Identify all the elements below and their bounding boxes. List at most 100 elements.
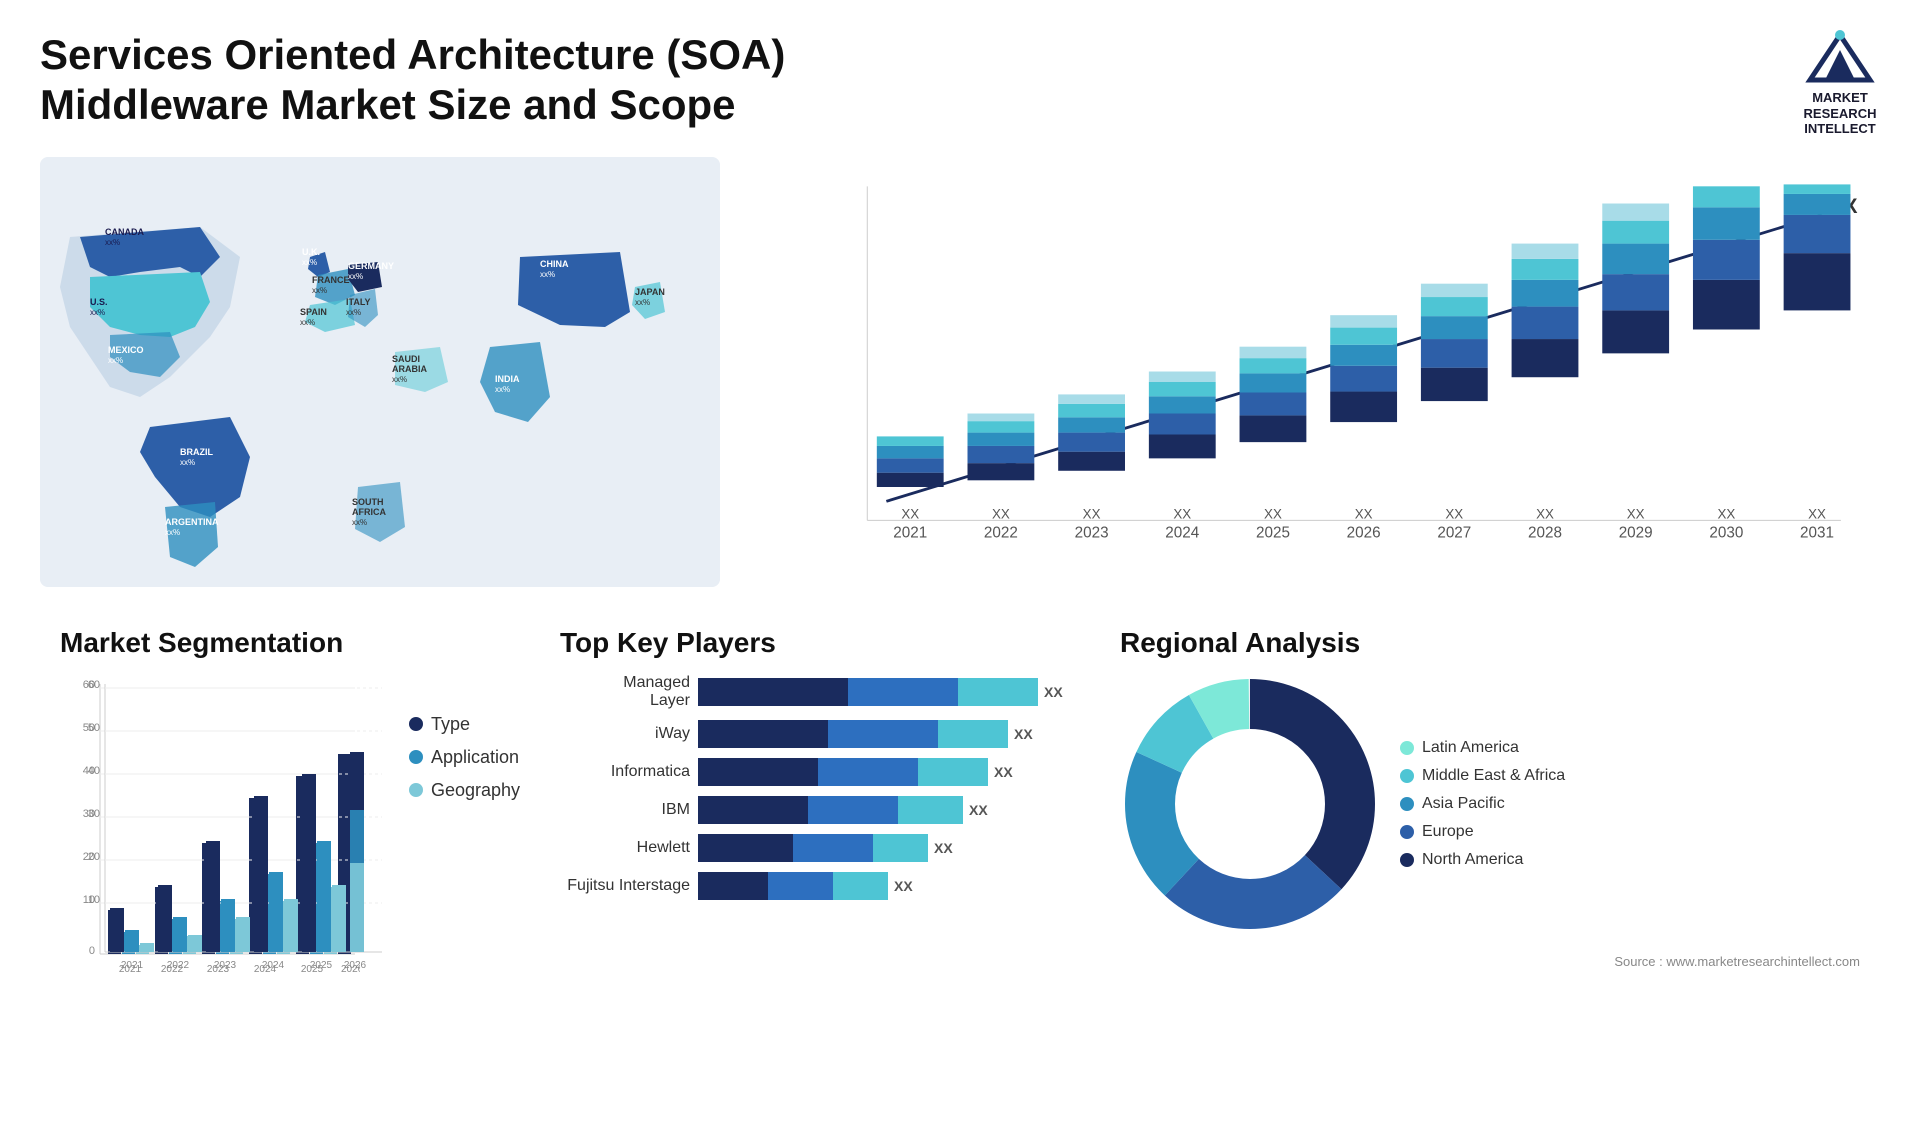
svg-text:2027: 2027 bbox=[1437, 524, 1471, 541]
bar-dark bbox=[698, 834, 793, 862]
bar-mid bbox=[768, 872, 833, 900]
player-val: XX bbox=[1014, 726, 1033, 742]
svg-text:xx%: xx% bbox=[495, 385, 510, 394]
legend-asia-pacific: Asia Pacific bbox=[1400, 795, 1565, 813]
svg-text:xx%: xx% bbox=[90, 308, 105, 317]
svg-text:2025: 2025 bbox=[310, 960, 333, 971]
svg-text:xx%: xx% bbox=[635, 298, 650, 307]
bar-2023: XX bbox=[1058, 394, 1125, 521]
svg-text:2021: 2021 bbox=[121, 960, 144, 971]
player-bar-wrap: XX bbox=[698, 834, 1080, 862]
svg-text:xx%: xx% bbox=[105, 238, 120, 247]
player-bar-wrap: XX bbox=[698, 796, 1080, 824]
svg-text:2028: 2028 bbox=[1528, 524, 1562, 541]
player-bar bbox=[698, 720, 1008, 748]
latin-america-label: Latin America bbox=[1422, 739, 1519, 757]
bar-2021: XX bbox=[877, 436, 944, 521]
legend-application: Application bbox=[409, 747, 520, 768]
svg-text:ITALY: ITALY bbox=[346, 297, 371, 307]
bar-light bbox=[958, 678, 1038, 706]
bar-2031: XX bbox=[1784, 184, 1851, 521]
key-players-title: Top Key Players bbox=[560, 627, 1080, 659]
legend-latin-america: Latin America bbox=[1400, 739, 1565, 757]
svg-text:xx%: xx% bbox=[348, 272, 363, 281]
svg-text:BRAZIL: BRAZIL bbox=[180, 447, 213, 457]
svg-text:XX: XX bbox=[1264, 506, 1282, 521]
map-container: CANADA xx% U.S. xx% MEXICO xx% BRAZIL xx… bbox=[40, 157, 720, 587]
north-america-dot bbox=[1400, 853, 1414, 867]
svg-text:20: 20 bbox=[88, 851, 100, 863]
segmentation-section: Market Segmentation 60 50 40 30 20 bbox=[40, 617, 540, 1097]
application-dot bbox=[409, 750, 423, 764]
svg-text:xx%: xx% bbox=[180, 458, 195, 467]
svg-text:U.S.: U.S. bbox=[90, 297, 108, 307]
svg-text:2024: 2024 bbox=[1165, 524, 1199, 541]
svg-text:SPAIN: SPAIN bbox=[300, 307, 327, 317]
player-bar-wrap: XX bbox=[698, 678, 1080, 706]
player-row-iway: iWay XX bbox=[560, 720, 1080, 748]
seg-chart-clean: 60 50 40 30 20 10 bbox=[60, 674, 390, 994]
bar-2027: XX bbox=[1421, 283, 1488, 521]
europe-label: Europe bbox=[1422, 823, 1474, 841]
player-bar bbox=[698, 678, 1038, 706]
svg-text:XX: XX bbox=[1536, 506, 1554, 521]
geography-dot bbox=[409, 783, 423, 797]
svg-text:50: 50 bbox=[88, 722, 100, 734]
source-line: Source : www.marketresearchintellect.com bbox=[1120, 954, 1860, 969]
svg-text:GERMANY: GERMANY bbox=[348, 261, 394, 271]
bar-dark bbox=[698, 678, 848, 706]
svg-text:ARGENTINA: ARGENTINA bbox=[165, 517, 219, 527]
svg-text:AFRICA: AFRICA bbox=[352, 507, 386, 517]
svg-text:XX: XX bbox=[1355, 506, 1373, 521]
asia-pacific-dot bbox=[1400, 797, 1414, 811]
svg-text:60: 60 bbox=[88, 679, 100, 691]
segmentation-title: Market Segmentation bbox=[60, 627, 520, 659]
bar-light bbox=[938, 720, 1008, 748]
player-val: XX bbox=[1044, 684, 1063, 700]
bar-2025: XX bbox=[1240, 346, 1307, 521]
player-bar bbox=[698, 758, 988, 786]
svg-text:2026: 2026 bbox=[1347, 524, 1381, 541]
svg-text:xx%: xx% bbox=[540, 270, 555, 279]
title-block: Services Oriented Architecture (SOA) Mid… bbox=[40, 30, 940, 131]
legend-europe: Europe bbox=[1400, 823, 1565, 841]
svg-text:XX: XX bbox=[1173, 506, 1191, 521]
player-val: XX bbox=[994, 764, 1013, 780]
bar-mid bbox=[793, 834, 873, 862]
regional-legend: Latin America Middle East & Africa Asia … bbox=[1400, 739, 1565, 869]
donut-chart-wrap bbox=[1120, 674, 1380, 934]
player-name: Hewlett bbox=[560, 839, 690, 857]
top-section: CANADA xx% U.S. xx% MEXICO xx% BRAZIL xx… bbox=[40, 157, 1880, 587]
header: Services Oriented Architecture (SOA) Mid… bbox=[40, 30, 1880, 137]
svg-text:xx%: xx% bbox=[302, 258, 317, 267]
player-bar bbox=[698, 834, 928, 862]
svg-text:xx%: xx% bbox=[392, 375, 407, 384]
svg-text:XX: XX bbox=[1808, 506, 1826, 521]
svg-text:xx%: xx% bbox=[352, 518, 367, 527]
svg-text:CANADA: CANADA bbox=[105, 227, 144, 237]
svg-text:xx%: xx% bbox=[165, 528, 180, 537]
key-players-section: Top Key Players ManagedLayer XX bbox=[540, 617, 1100, 1097]
north-america-label: North America bbox=[1422, 851, 1523, 869]
player-row-ibm: IBM XX bbox=[560, 796, 1080, 824]
bar-mid bbox=[818, 758, 918, 786]
player-bar-wrap: XX bbox=[698, 720, 1080, 748]
player-row-managed-layer: ManagedLayer XX bbox=[560, 674, 1080, 710]
svg-text:JAPAN: JAPAN bbox=[635, 287, 665, 297]
svg-text:FRANCE: FRANCE bbox=[312, 275, 350, 285]
donut-svg bbox=[1120, 674, 1380, 934]
svg-text:xx%: xx% bbox=[312, 286, 327, 295]
svg-text:INDIA: INDIA bbox=[495, 374, 520, 384]
bar-2028: XX bbox=[1512, 243, 1579, 521]
svg-text:2029: 2029 bbox=[1619, 524, 1653, 541]
bottom-section: Market Segmentation 60 50 40 30 20 bbox=[40, 617, 1880, 1097]
application-label: Application bbox=[431, 747, 519, 768]
player-bar-wrap: XX bbox=[698, 758, 1080, 786]
svg-text:2021: 2021 bbox=[893, 524, 927, 541]
bar-light bbox=[873, 834, 928, 862]
player-name: IBM bbox=[560, 801, 690, 819]
svg-text:XX: XX bbox=[1627, 506, 1645, 521]
europe-dot bbox=[1400, 825, 1414, 839]
type-dot bbox=[409, 717, 423, 731]
regional-content: Latin America Middle East & Africa Asia … bbox=[1120, 674, 1860, 934]
